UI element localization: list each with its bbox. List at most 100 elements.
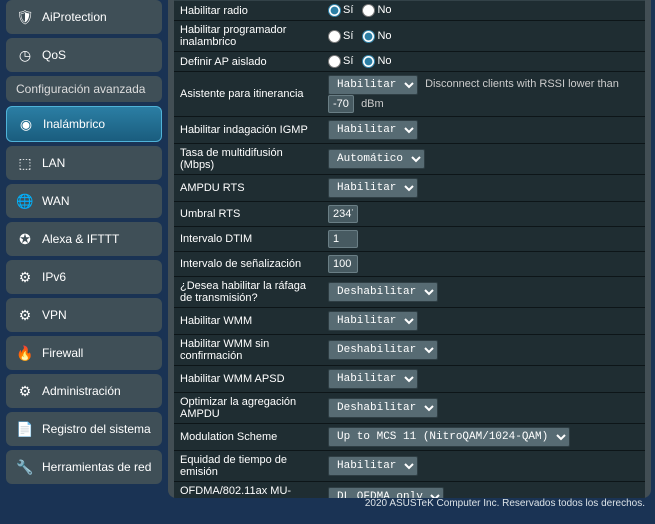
sidebar-item-wireless[interactable]: ◉ Inalámbrico [6,106,162,142]
wmm-noack-select[interactable]: Deshabilitar [328,340,438,360]
sidebar: 🛡 AiProtection ◷ QoS Configuración avanz… [4,0,164,498]
row-dtim: Intervalo DTIM [174,227,645,252]
shield-icon: 🛡 [16,8,34,26]
row-ap-isolated: Definir AP aislado Sí No [174,52,645,72]
sidebar-item-label: LAN [42,156,65,170]
sidebar-item-lan[interactable]: ⬚ LAN [6,146,162,180]
row-tx-burst: ¿Desea habilitar la ráfaga de transmisió… [174,277,645,308]
row-ampdu-rts: AMPDU RTS Habilitar [174,175,645,202]
radio-si[interactable]: Sí [328,55,353,67]
setting-label: ¿Desea habilitar la ráfaga de transmisió… [174,277,322,308]
row-wireless-scheduler: Habilitar programador inalambrico Sí No [174,21,645,52]
setting-label: Habilitar indagación IGMP [174,117,322,144]
setting-label: Habilitar WMM APSD [174,366,322,393]
setting-label: Intervalo de señalización [174,252,322,277]
sidebar-item-aiprotection[interactable]: 🛡 AiProtection [6,0,162,34]
sidebar-item-label: Registro del sistema [42,422,151,436]
roaming-unit: dBm [361,98,384,110]
row-enable-radio: Habilitar radio Sí No [174,1,645,21]
sidebar-item-label: WAN [42,194,70,208]
firewall-icon: 🔥 [16,344,34,362]
radio-si[interactable]: Sí [328,4,353,16]
sidebar-item-alexa[interactable]: ✪ Alexa & IFTTT [6,222,162,256]
sidebar-item-label: QoS [42,48,66,62]
setting-label: OFDMA/802.11ax MU-MIMO [174,482,322,499]
dtim-input[interactable] [328,230,358,248]
row-ampdu-optimize: Optimizar la agregación AMPDU Deshabilit… [174,393,645,424]
sidebar-item-nettools[interactable]: 🔧 Herramientas de red [6,450,162,484]
roaming-select[interactable]: Habilitar [328,75,418,95]
settings-table: Habilitar radio Sí No Habilitar programa… [174,0,645,498]
wifi-icon: ◉ [17,115,35,133]
setting-label: Intervalo DTIM [174,227,322,252]
row-beacon: Intervalo de señalización [174,252,645,277]
setting-label: AMPDU RTS [174,175,322,202]
log-icon: 📄 [16,420,34,438]
setting-label: Definir AP aislado [174,52,322,72]
wrench-icon: 🔧 [16,458,34,476]
sidebar-item-wan[interactable]: 🌐 WAN [6,184,162,218]
ipv6-icon: ⚙ [16,268,34,286]
sidebar-item-firewall[interactable]: 🔥 Firewall [6,336,162,370]
sidebar-item-vpn[interactable]: ⚙ VPN [6,298,162,332]
vpn-icon: ⚙ [16,306,34,324]
wmm-apsd-select[interactable]: Habilitar [328,369,418,389]
rssi-input[interactable] [328,95,354,113]
main-content: Habilitar radio Sí No Habilitar programa… [168,0,651,498]
setting-label: Habilitar programador inalambrico [174,21,322,52]
copyright-text: 2020 ASUSTeK Computer Inc. Reservados to… [0,498,655,513]
setting-label: Optimizar la agregación AMPDU [174,393,322,424]
sidebar-item-label: Alexa & IFTTT [42,232,119,246]
rts-threshold-input[interactable] [328,205,358,223]
roaming-hint: Disconnect clients with RSSI lower than [425,78,619,90]
sidebar-item-label: Firewall [42,346,83,360]
airtime-select[interactable]: Habilitar [328,456,418,476]
sidebar-item-label: Herramientas de red [42,460,151,474]
row-airtime: Equidad de tiempo de emisión Habilitar [174,451,645,482]
igmp-select[interactable]: Habilitar [328,120,418,140]
multicast-select[interactable]: Automático [328,149,425,169]
radio-no[interactable]: No [362,30,391,42]
beacon-input[interactable] [328,255,358,273]
wmm-select[interactable]: Habilitar [328,311,418,331]
row-multicast-rate: Tasa de multidifusión (Mbps) Automático [174,144,645,175]
sidebar-item-label: AiProtection [42,10,107,24]
sidebar-item-ipv6[interactable]: ⚙ IPv6 [6,260,162,294]
radio-si[interactable]: Sí [328,30,353,42]
setting-label: Asistente para itinerancia [174,72,322,117]
radio-no[interactable]: No [362,4,391,16]
sidebar-group-advanced: Configuración avanzada [6,76,162,102]
txburst-select[interactable]: Deshabilitar [328,282,438,302]
alexa-icon: ✪ [16,230,34,248]
sidebar-item-label: IPv6 [42,270,66,284]
row-roaming-assistant: Asistente para itinerancia Habilitar Dis… [174,72,645,117]
row-wmm-apsd: Habilitar WMM APSD Habilitar [174,366,645,393]
sidebar-item-syslog[interactable]: 📄 Registro del sistema [6,412,162,446]
ampdu-rts-select[interactable]: Habilitar [328,178,418,198]
setting-label: Equidad de tiempo de emisión [174,451,322,482]
setting-label: Modulation Scheme [174,424,322,451]
lan-icon: ⬚ [16,154,34,172]
sidebar-item-label: Inalámbrico [43,117,105,131]
sidebar-item-admin[interactable]: ⚙ Administración [6,374,162,408]
setting-label: Habilitar WMM [174,308,322,335]
setting-label: Habilitar radio [174,1,322,21]
ofdma-select[interactable]: DL OFDMA only [328,487,444,498]
modulation-select[interactable]: Up to MCS 11 (NitroQAM/1024-QAM) [328,427,570,447]
globe-icon: 🌐 [16,192,34,210]
row-wmm-noack: Habilitar WMM sin confirmación Deshabili… [174,335,645,366]
row-igmp: Habilitar indagación IGMP Habilitar [174,117,645,144]
setting-label: Tasa de multidifusión (Mbps) [174,144,322,175]
row-rts-threshold: Umbral RTS [174,202,645,227]
row-ofdma: OFDMA/802.11ax MU-MIMO DL OFDMA only [174,482,645,499]
sidebar-item-label: VPN [42,308,67,322]
ampdu-opt-select[interactable]: Deshabilitar [328,398,438,418]
row-modulation: Modulation Scheme Up to MCS 11 (NitroQAM… [174,424,645,451]
sidebar-item-qos[interactable]: ◷ QoS [6,38,162,72]
row-wmm: Habilitar WMM Habilitar [174,308,645,335]
sidebar-item-label: Administración [42,384,121,398]
gear-icon: ⚙ [16,382,34,400]
gauge-icon: ◷ [16,46,34,64]
setting-label: Umbral RTS [174,202,322,227]
radio-no[interactable]: No [362,55,391,67]
